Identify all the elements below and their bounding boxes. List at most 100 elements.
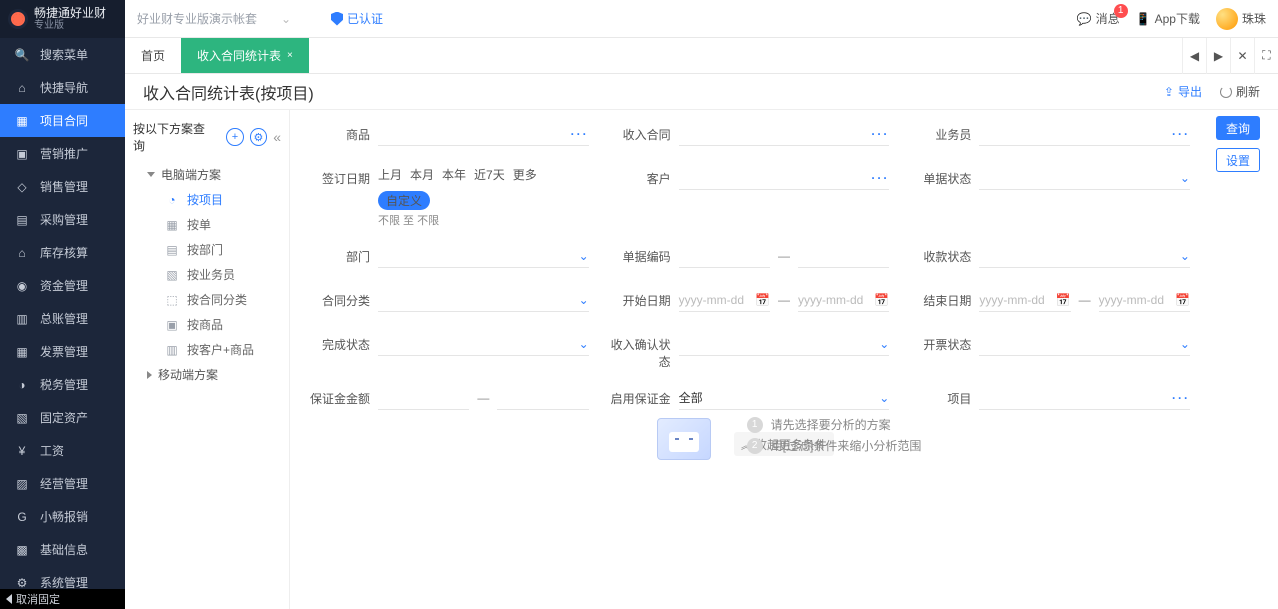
scheme-item-1[interactable]: ▦按单: [133, 212, 281, 237]
field-customer[interactable]: ···: [679, 166, 890, 190]
step-2-text: 用[过滤]条件来缩小分析范围: [771, 437, 922, 454]
nav-item-9[interactable]: ▦发票管理: [0, 335, 125, 368]
quick-more[interactable]: 更多: [513, 166, 537, 183]
scheme-item-5[interactable]: ▣按商品: [133, 312, 281, 337]
nav-item-1[interactable]: ⌂快捷导航: [0, 71, 125, 104]
scheme-tree: 电脑端方案 ◔按项目▦按单▤按部门▧按业务员⬚按合同分类▣按商品▥按客户+商品 …: [133, 162, 281, 387]
scheme-item-label: 按部门: [187, 241, 223, 258]
scheme-group-pc[interactable]: 电脑端方案: [133, 162, 281, 187]
nav-item-10[interactable]: ◑税务管理: [0, 368, 125, 401]
scheme-add-button[interactable]: +: [226, 128, 243, 146]
refresh-button[interactable]: 刷新: [1220, 83, 1260, 100]
quick-7days[interactable]: 近7天: [474, 166, 505, 183]
nav-item-11[interactable]: ▧固定资产: [0, 401, 125, 434]
nav-item-6[interactable]: ⌂库存核算: [0, 236, 125, 269]
scheme-collapse-button[interactable]: «: [273, 129, 281, 145]
cert-badge: 已认证: [331, 10, 383, 27]
nav-icon: ◉: [14, 278, 30, 294]
chevron-down-icon: ⌄: [579, 293, 589, 307]
nav-item-7[interactable]: ◉资金管理: [0, 269, 125, 302]
calendar-icon[interactable]: 📅: [874, 293, 889, 307]
account-name: 好业财专业版演示帐套: [137, 10, 257, 27]
field-goods[interactable]: ···: [378, 122, 589, 146]
quick-custom[interactable]: 自定义: [378, 191, 430, 210]
tab-active[interactable]: 收入合同统计表 ×: [181, 38, 309, 73]
date-placeholder: yyyy-mm-dd: [979, 293, 1044, 307]
nav-item-16[interactable]: ⚙系统管理: [0, 566, 125, 589]
calendar-icon[interactable]: 📅: [755, 293, 770, 307]
nav-item-5[interactable]: ▤采购管理: [0, 203, 125, 236]
tab-fullscreen[interactable]: ⛶: [1254, 38, 1278, 74]
label-salesman: 业务员: [909, 122, 971, 143]
quick-last-month[interactable]: 上月: [378, 166, 402, 183]
nav-icon: ⌂: [14, 80, 30, 96]
search-button[interactable]: 查询: [1216, 116, 1260, 140]
nav-label: 基础信息: [40, 541, 88, 558]
nav-item-2[interactable]: ▦项目合同: [0, 104, 125, 137]
field-contracttype[interactable]: ⌄: [378, 288, 589, 312]
pin-label: 取消固定: [16, 591, 60, 607]
more-icon[interactable]: ···: [571, 127, 589, 141]
scheme-item-0[interactable]: ◔按项目: [133, 187, 281, 212]
nav-label: 采购管理: [40, 211, 88, 228]
messages-button[interactable]: 💬 消息 1: [1077, 10, 1120, 27]
scheme-item-3[interactable]: ▧按业务员: [133, 262, 281, 287]
app-download-button[interactable]: 📱 App下载: [1136, 10, 1200, 27]
field-salesman[interactable]: ···: [979, 122, 1190, 146]
tab-home[interactable]: 首页: [125, 38, 181, 73]
account-selector[interactable]: 好业财专业版演示帐套 ⌄: [137, 10, 317, 27]
settings-button[interactable]: 设置: [1216, 148, 1260, 172]
field-billno[interactable]: —: [679, 244, 890, 268]
scheme-item-icon: ▦: [165, 218, 179, 232]
calendar-icon[interactable]: 📅: [1175, 293, 1190, 307]
field-enddate[interactable]: yyyy-mm-dd📅—yyyy-mm-dd📅: [979, 288, 1190, 312]
field-paystatus[interactable]: ⌄: [979, 244, 1190, 268]
export-button[interactable]: ⇪ 导出: [1164, 83, 1202, 100]
label-paystatus: 收款状态: [909, 244, 971, 265]
more-icon[interactable]: ···: [871, 171, 889, 185]
label-billstatus: 单据状态: [909, 166, 971, 187]
step-1-text: 请先选择要分析的方案: [771, 416, 891, 433]
date-placeholder: yyyy-mm-dd: [798, 293, 863, 307]
scheme-item-6[interactable]: ▥按客户+商品: [133, 337, 281, 362]
chevron-down-icon: ⌄: [579, 337, 589, 351]
quick-this-year[interactable]: 本年: [442, 166, 466, 183]
field-income[interactable]: ···: [679, 122, 890, 146]
nav-item-12[interactable]: ¥工资: [0, 434, 125, 467]
calendar-icon[interactable]: 📅: [1056, 293, 1071, 307]
nav-item-13[interactable]: ▨经营管理: [0, 467, 125, 500]
tab-scroll-right[interactable]: ▶: [1206, 38, 1230, 74]
more-icon[interactable]: ···: [871, 127, 889, 141]
caret-right-icon: [147, 371, 152, 379]
nav-item-14[interactable]: G小畅报销: [0, 500, 125, 533]
field-donestatus[interactable]: ⌄: [378, 332, 589, 356]
nav-item-0[interactable]: 🔍搜索菜单: [0, 38, 125, 71]
field-startdate[interactable]: yyyy-mm-dd📅—yyyy-mm-dd📅: [679, 288, 890, 312]
scheme-group-mobile[interactable]: 移动端方案: [133, 362, 281, 387]
field-invoicestatus[interactable]: ⌄: [979, 332, 1190, 356]
nav-item-3[interactable]: ▣营销推广: [0, 137, 125, 170]
nav-item-8[interactable]: ▥总账管理: [0, 302, 125, 335]
field-dept[interactable]: ⌄: [378, 244, 589, 268]
nav-item-15[interactable]: ▩基础信息: [0, 533, 125, 566]
tab-home-label: 首页: [141, 47, 165, 64]
tab-close-all[interactable]: ✕: [1230, 38, 1254, 74]
scheme-item-2[interactable]: ▤按部门: [133, 237, 281, 262]
scheme-item-4[interactable]: ⬚按合同分类: [133, 287, 281, 312]
more-icon[interactable]: ···: [1172, 127, 1190, 141]
label-contracttype: 合同分类: [308, 288, 370, 309]
tab-close-button[interactable]: ×: [287, 50, 293, 61]
quick-this-month[interactable]: 本月: [410, 166, 434, 183]
user-menu[interactable]: 珠珠: [1216, 8, 1266, 30]
pin-toggle[interactable]: 取消固定: [0, 589, 125, 609]
field-billstatus[interactable]: ⌄: [979, 166, 1190, 190]
field-confirmstatus[interactable]: ⌄: [679, 332, 890, 356]
label-invoicestatus: 开票状态: [909, 332, 971, 353]
scheme-item-label: 按客户+商品: [187, 341, 254, 358]
pin-arrow-icon: [6, 594, 12, 604]
brand-logo-icon: [8, 9, 28, 29]
nav-label: 营销推广: [40, 145, 88, 162]
tab-scroll-left[interactable]: ◀: [1182, 38, 1206, 74]
scheme-setting-button[interactable]: ⚙: [250, 128, 267, 146]
nav-item-4[interactable]: ◇销售管理: [0, 170, 125, 203]
